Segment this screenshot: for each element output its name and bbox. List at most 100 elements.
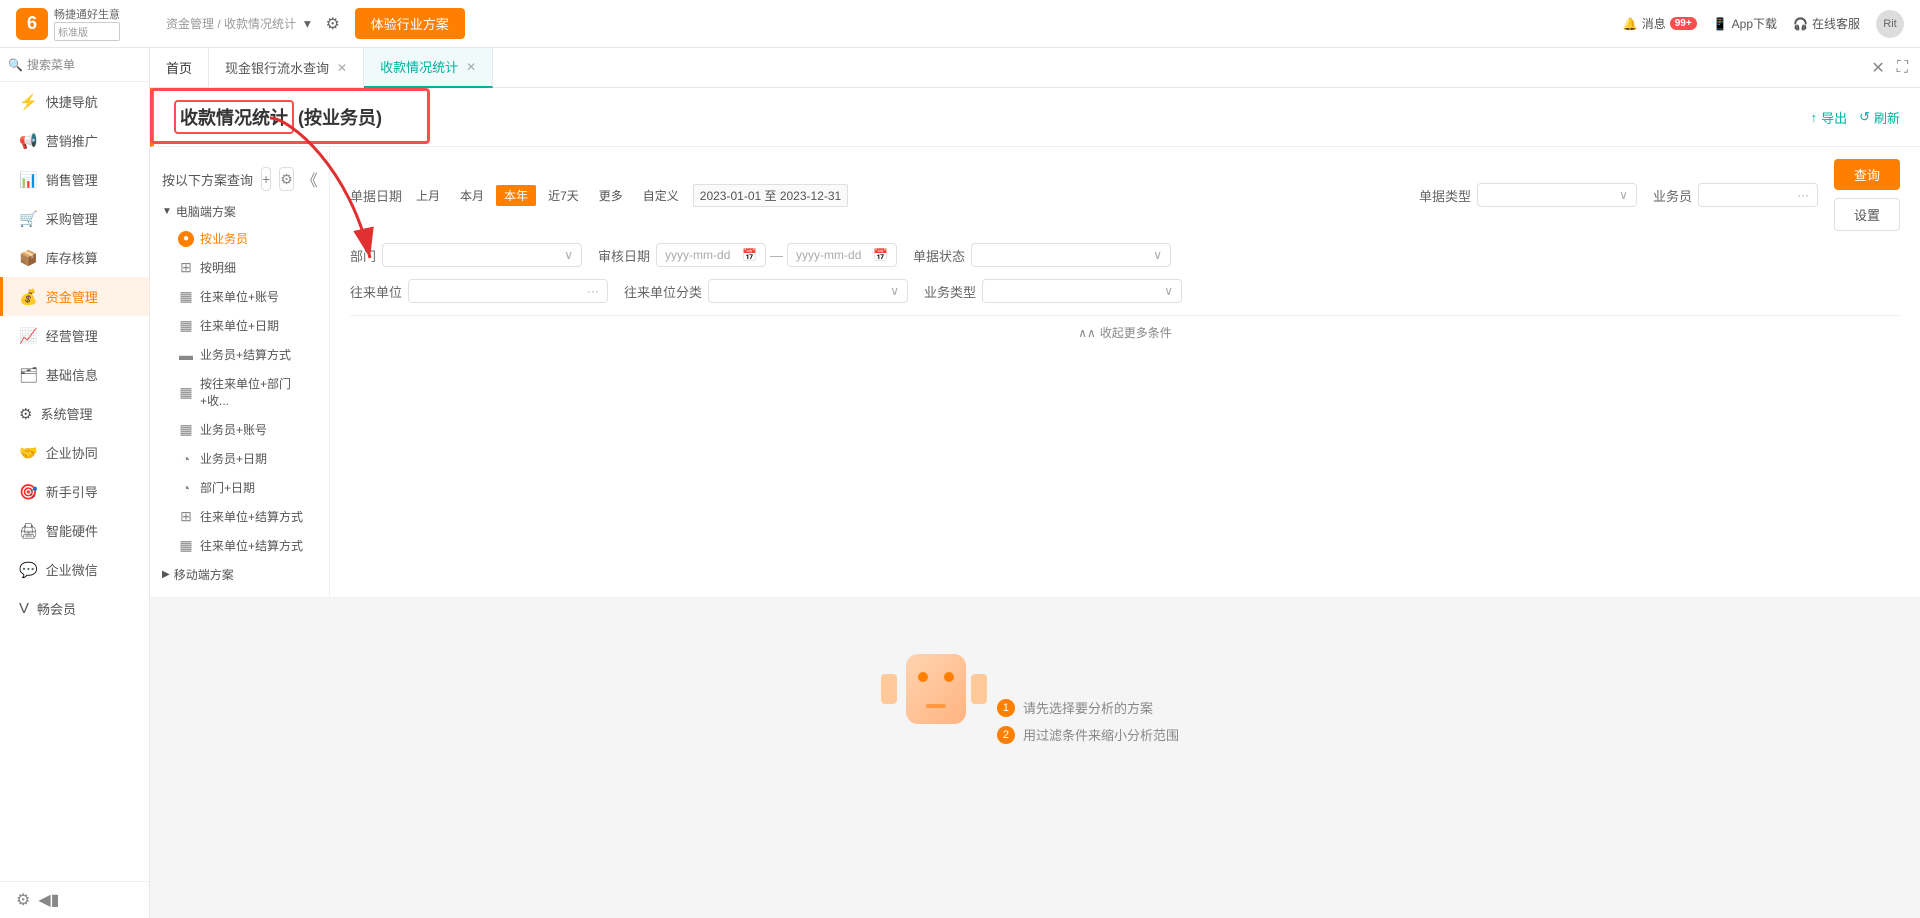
page-area: 收款情况统计 (按业务员) ↑ 导出 ↺ 刷新 <box>150 88 1920 918</box>
biztype-select[interactable]: ∨ <box>982 279 1182 303</box>
sidebar-item-system[interactable]: ⚙ 系统管理 <box>0 394 149 433</box>
scheme-item-salesman-date[interactable]: ◔ 业务员+日期 <box>150 444 329 473</box>
tab-close-all-btn[interactable]: ✕ <box>1867 54 1888 82</box>
gear-icon: ⚙ <box>19 405 32 423</box>
trial-btn[interactable]: 体验行业方案 <box>355 8 465 39</box>
tab-fullscreen-btn[interactable]: ⛶ <box>1893 55 1912 81</box>
message-btn[interactable]: 🔔 消息 99+ <box>1623 15 1697 32</box>
salesman-settle-scheme-icon: ▬ <box>178 347 194 363</box>
collapse-more-btn[interactable]: ∧∧ 收起更多条件 <box>350 315 1900 349</box>
app-title: 畅捷通好生意 <box>54 6 120 22</box>
sidebar-item-quick-nav[interactable]: ⚡ 快捷导航 <box>0 82 149 121</box>
page-title: 收款情况统计 <box>180 108 288 128</box>
desktop-section-label: 电脑端方案 <box>176 203 236 220</box>
filter-review-date-item: 审核日期 yyyy-mm-dd 📅 — yyyy-mm-dd 📅 <box>598 243 897 267</box>
sidebar-item-finance[interactable]: 💰 资金管理 <box>0 277 149 316</box>
payment-stat-tab-label: 收款情况统计 <box>380 57 458 76</box>
review-date-label: 审核日期 <box>598 246 650 265</box>
date-tab-custom[interactable]: 自定义 <box>635 185 687 206</box>
breadcrumb-dropdown-btn[interactable]: ▾ <box>304 16 311 32</box>
sidebar-item-sales[interactable]: 📊 销售管理 <box>0 160 149 199</box>
sidebar-settings-btn[interactable]: ⚙ <box>16 890 30 910</box>
date-tab-7days[interactable]: 近7天 <box>540 185 587 206</box>
scheme-settings-btn[interactable]: ⚙ <box>279 167 294 191</box>
add-scheme-btn[interactable]: + <box>261 167 271 191</box>
sidebar-item-wechat[interactable]: 💬 企业微信 <box>0 550 149 589</box>
filter-partner-category-item: 往来单位分类 ∨ <box>624 279 908 303</box>
scheme-item-salesman-settle[interactable]: ▬ 业务员+结算方式 <box>150 340 329 369</box>
empty-illustration <box>891 654 981 744</box>
app-download-btn[interactable]: 📱 App下载 <box>1713 15 1777 32</box>
scheme-item-partner-date[interactable]: ▦ 往来单位+日期 <box>150 311 329 340</box>
sidebar-item-member[interactable]: V 畅会员 <box>0 589 149 628</box>
query-btn[interactable]: 查询 <box>1834 159 1900 190</box>
docstatus-select[interactable]: ∨ <box>971 243 1171 267</box>
scheme-item-dept-date[interactable]: ◔ 部门+日期 <box>150 473 329 502</box>
sidebar-nav: ⚡ 快捷导航 📢 营销推广 📊 销售管理 🛒 采购管理 📦 库存核算 💰 资金管… <box>0 82 149 881</box>
filter-biztype-item: 业务类型 ∨ <box>924 279 1182 303</box>
bank-flow-tab-label: 现金银行流水查询 <box>225 58 329 77</box>
scheme-item-partner-settle2[interactable]: ▦ 往来单位+结算方式 <box>150 531 329 560</box>
online-service-btn[interactable]: 🎧 在线客服 <box>1793 15 1860 32</box>
sidebar-item-label: 基础信息 <box>46 365 98 384</box>
date-tab-more[interactable]: 更多 <box>591 185 631 206</box>
printer-icon: 🖨 <box>19 522 38 540</box>
sidebar-item-marketing[interactable]: 📢 营销推广 <box>0 121 149 160</box>
sidebar-item-purchase[interactable]: 🛒 采购管理 <box>0 199 149 238</box>
top-header: 6 畅捷通好生意 标准版 资金管理 / 收款情况统计 ▾ ⚙ 体验行业方案 🔔 … <box>0 0 1920 48</box>
scheme-item-partner-dept-collect[interactable]: ▦ 按往来单位+部门+收... <box>150 369 329 415</box>
date-tab-prev-month[interactable]: 上月 <box>408 185 448 206</box>
filter-doctype-item: 单据类型 ∨ <box>1419 183 1637 207</box>
handshake-icon: 🤝 <box>19 444 38 462</box>
sidebar-item-guide[interactable]: 🎯 新手引导 <box>0 472 149 511</box>
sidebar-item-operation[interactable]: 📈 经营管理 <box>0 316 149 355</box>
scheme-item-by-detail[interactable]: ⊞ 按明细 <box>150 253 329 282</box>
partner-category-select[interactable]: ∨ <box>708 279 908 303</box>
bank-flow-tab-close[interactable]: ✕ <box>337 61 347 75</box>
date-tab-current-year[interactable]: 本年 <box>496 185 536 206</box>
review-date-to[interactable]: yyyy-mm-dd 📅 <box>787 243 897 267</box>
export-btn[interactable]: ↑ 导出 <box>1811 108 1848 127</box>
tab-bank-flow[interactable]: 现金银行流水查询 ✕ <box>209 48 364 88</box>
tab-home[interactable]: 首页 <box>150 48 209 88</box>
payment-stat-tab-close[interactable]: ✕ <box>466 60 476 74</box>
dept-select[interactable]: ∨ <box>382 243 582 267</box>
sidebar-item-label: 采购管理 <box>46 209 98 228</box>
chat-icon: 💬 <box>19 561 38 579</box>
partner-dept-scheme-icon: ▦ <box>178 384 194 400</box>
sidebar-item-basic[interactable]: 🗂 基础信息 <box>0 355 149 394</box>
partner-select[interactable]: ··· <box>408 279 608 303</box>
sidebar-item-corp[interactable]: 🤝 企业协同 <box>0 433 149 472</box>
refresh-btn[interactable]: ↺ 刷新 <box>1859 108 1900 127</box>
sidebar-item-hardware[interactable]: 🖨 智能硬件 <box>0 511 149 550</box>
search-icon: 🔍 <box>8 58 23 72</box>
desktop-section-header[interactable]: ▼ 电脑端方案 <box>150 199 329 224</box>
mobile-section-header[interactable]: ▶ 移动端方案 <box>150 560 329 589</box>
biztype-label: 业务类型 <box>924 282 976 301</box>
app-logo-icon: 6 <box>16 8 48 40</box>
scheme-item-partner-account[interactable]: ▦ 往来单位+账号 <box>150 282 329 311</box>
review-date-from[interactable]: yyyy-mm-dd 📅 <box>656 243 766 267</box>
tab-payment-stat[interactable]: 收款情况统计 ✕ <box>364 48 493 88</box>
export-icon: ↑ <box>1811 110 1818 125</box>
doctype-select[interactable]: ∨ <box>1477 183 1637 207</box>
date-tab-current-month[interactable]: 本月 <box>452 185 492 206</box>
settings-btn[interactable]: 设置 <box>1834 198 1900 231</box>
scheme-item-label: 按明细 <box>200 259 236 276</box>
scheme-item-by-salesman[interactable]: ● 按业务员 <box>150 224 329 253</box>
sidebar-search[interactable]: 🔍 搜索菜单 <box>0 48 149 82</box>
scheme-item-salesman-account[interactable]: ▦ 业务员+账号 <box>150 415 329 444</box>
salesman-select[interactable]: ··· <box>1698 183 1818 207</box>
scheme-list: 按以下方案查询 + ⚙ 《 ▼ 电脑端方案 ● 按业务员 ⊞ <box>150 147 330 597</box>
scheme-collapse-btn[interactable]: 《 <box>302 167 318 191</box>
scheme-item-partner-settle[interactable]: ⊞ 往来单位+结算方式 <box>150 502 329 531</box>
header-gear-btn[interactable]: ⚙ <box>319 10 347 38</box>
vip-icon: V <box>19 600 29 617</box>
user-avatar[interactable]: Rit <box>1876 10 1904 38</box>
sidebar-item-inventory[interactable]: 📦 库存核算 <box>0 238 149 277</box>
sidebar-collapse-btn[interactable]: ◀▮ <box>38 890 59 910</box>
scheme-item-label: 按往来单位+部门+收... <box>200 375 317 409</box>
date-range-display[interactable]: 2023-01-01 至 2023-12-31 <box>693 184 848 207</box>
salesman-scheme-icon: ● <box>178 231 194 247</box>
sidebar-item-label: 资金管理 <box>46 287 98 306</box>
